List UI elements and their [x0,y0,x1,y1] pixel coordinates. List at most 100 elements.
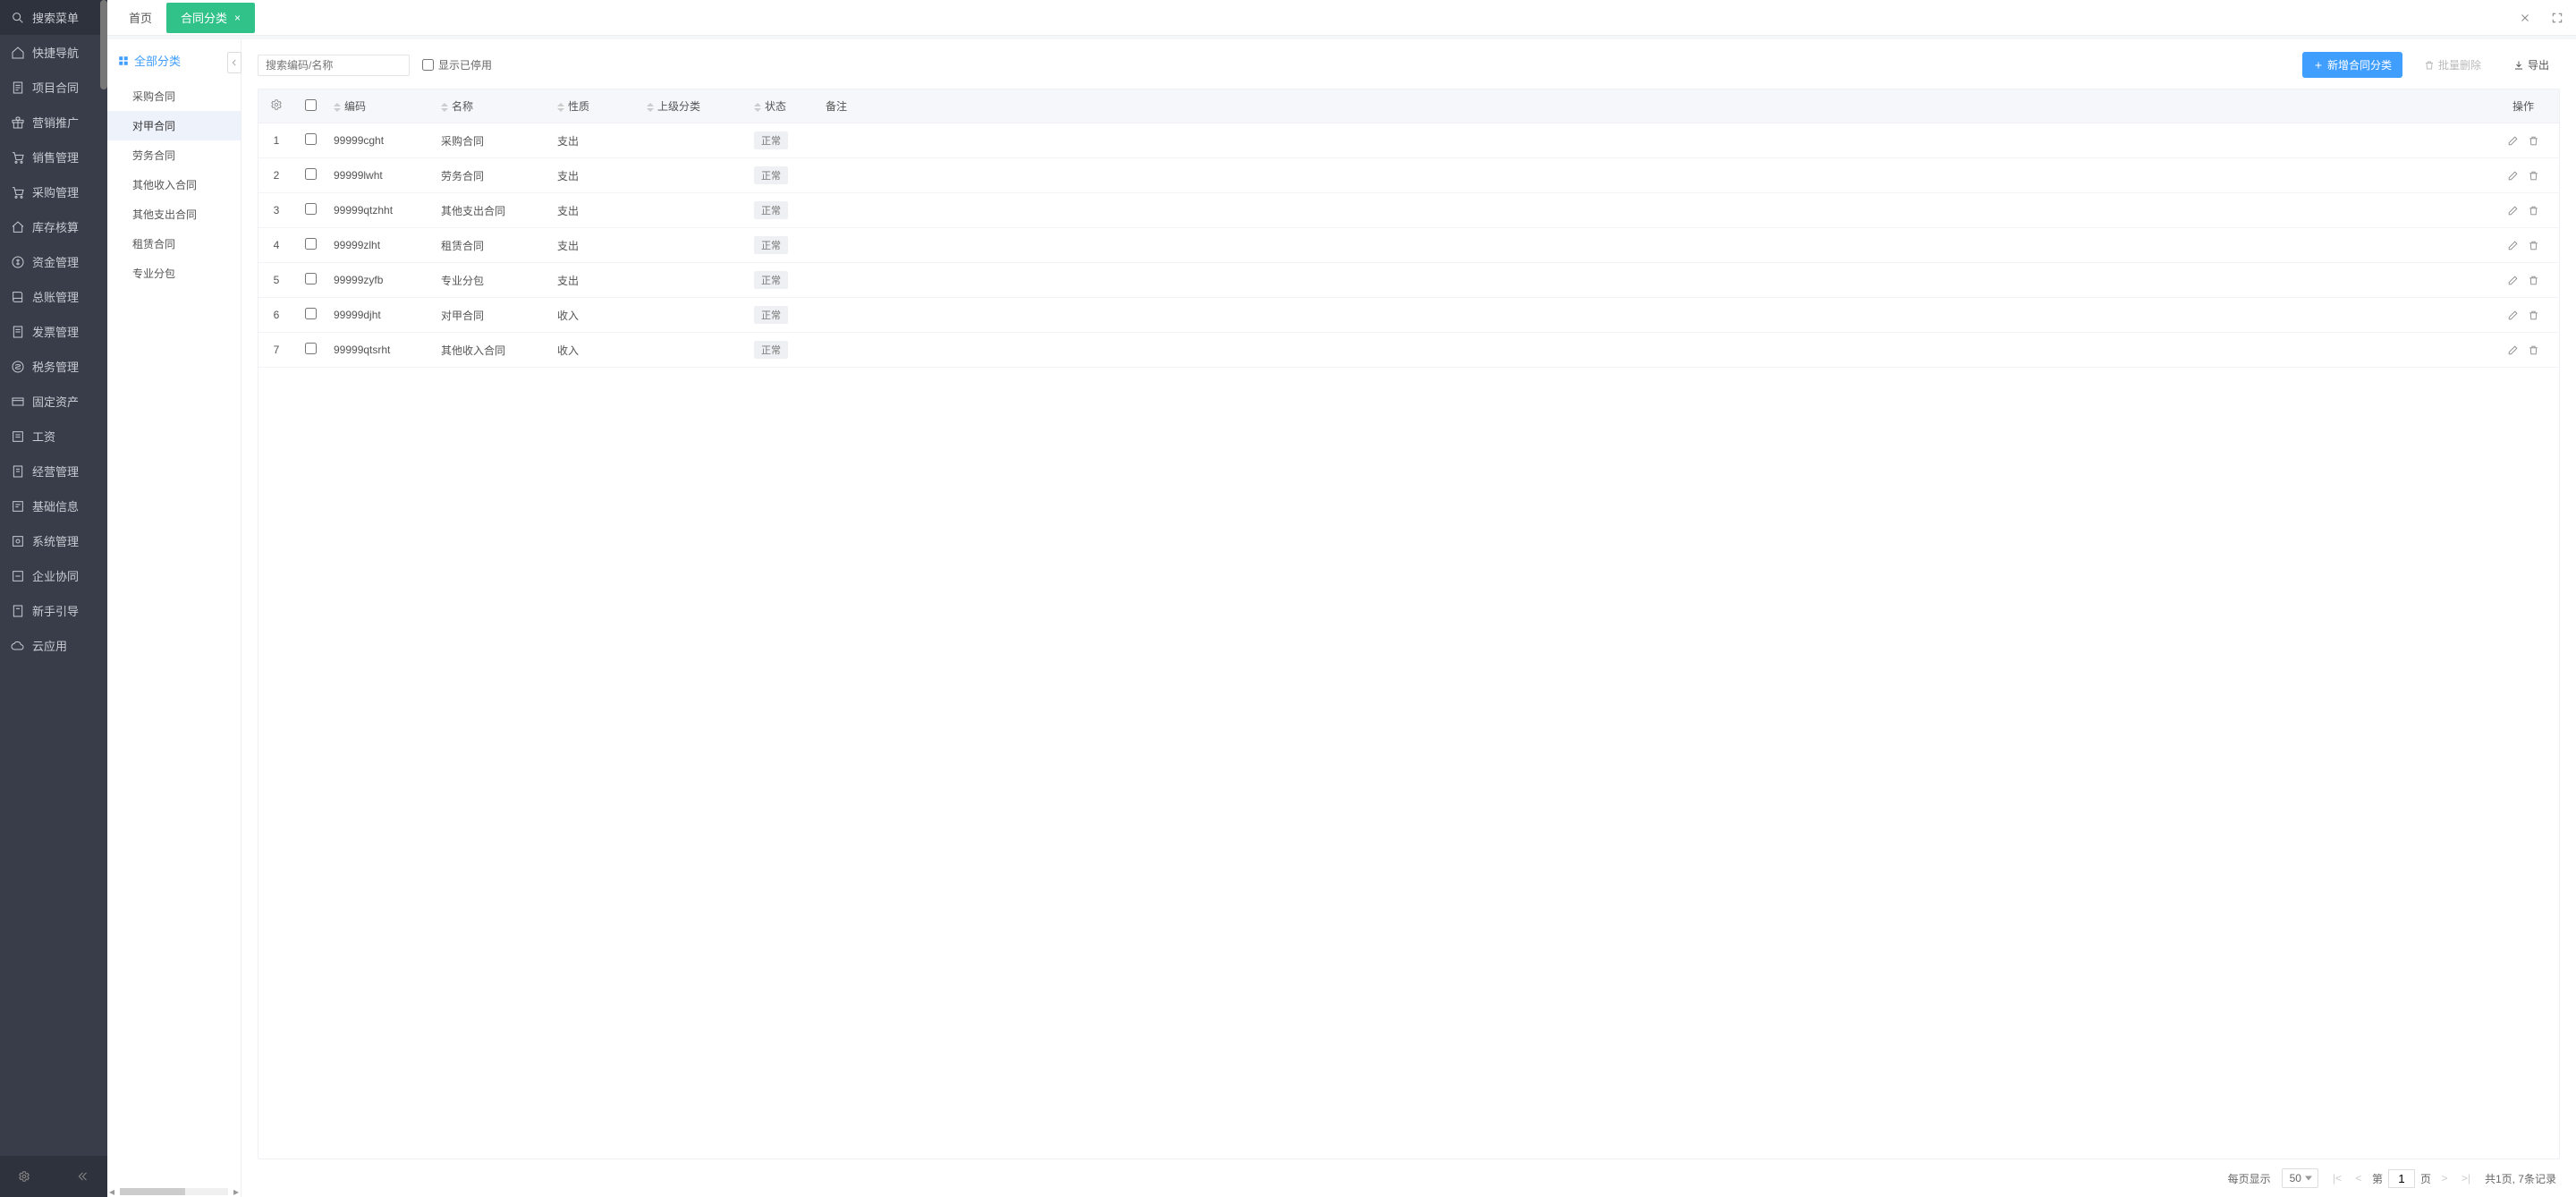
sidebar-item-16[interactable]: 企业协同 [0,558,107,593]
sidebar-item-4[interactable]: 销售管理 [0,140,107,174]
delete-icon[interactable] [2528,205,2539,216]
cell-code: 99999djht [326,298,434,333]
sort-icon[interactable] [647,103,654,112]
batch-delete-label: 批量删除 [2438,57,2481,72]
tree-item-6[interactable]: 专业分包 [107,259,241,288]
edit-icon[interactable] [2507,240,2519,251]
tree-item-3[interactable]: 其他收入合同 [107,170,241,200]
sort-icon[interactable] [334,103,341,112]
cell-status: 正常 [747,298,818,333]
delete-icon[interactable] [2528,135,2539,147]
sidebar-item-15[interactable]: 系统管理 [0,523,107,558]
sidebar-item-3[interactable]: 营销推广 [0,105,107,140]
sidebar-item-5[interactable]: 采购管理 [0,174,107,209]
sort-icon[interactable] [754,103,761,112]
scroll-left-arrow[interactable]: ◂ [107,1185,116,1197]
sidebar-item-11[interactable]: 固定资产 [0,384,107,419]
delete-icon[interactable] [2528,170,2539,182]
tab-0[interactable]: 首页 [114,3,166,33]
col-code[interactable]: 编码 [326,89,434,123]
delete-icon[interactable] [2528,240,2539,251]
sidebar-item-9[interactable]: 发票管理 [0,314,107,349]
tree-item-2[interactable]: 劳务合同 [107,140,241,170]
tree-collapse-toggle[interactable] [227,52,242,73]
prev-page-button[interactable]: < [2351,1172,2367,1184]
edit-icon[interactable] [2507,275,2519,286]
tab-1[interactable]: 合同分类× [166,3,255,33]
page-input[interactable] [2388,1169,2415,1188]
row-checkbox[interactable] [294,158,326,193]
delete-icon[interactable] [2528,275,2539,286]
sort-icon[interactable] [441,103,448,112]
tree-head-all[interactable]: 全部分类 [107,39,241,81]
row-index: 3 [258,193,294,228]
export-label: 导出 [2528,57,2549,72]
sidebar-item-label: 总账管理 [32,288,79,305]
tree-item-1[interactable]: 对甲合同 [107,111,241,140]
cell-status: 正常 [747,123,818,158]
sidebar-item-7[interactable]: 资金管理 [0,244,107,279]
search-input[interactable] [266,59,404,72]
sidebar-item-0[interactable]: 搜索菜单 [0,0,107,35]
sidebar-item-18[interactable]: 云应用 [0,628,107,663]
row-checkbox[interactable] [294,228,326,263]
col-op: 操作 [2487,89,2559,123]
show-disabled-checkbox[interactable]: 显示已停用 [422,57,492,72]
col-parent[interactable]: 上级分类 [640,89,747,123]
add-category-button[interactable]: 新增合同分类 [2302,52,2402,78]
sidebar-item-12[interactable]: 工资 [0,419,107,454]
search-input-wrap[interactable] [258,55,410,76]
sidebar-item-10[interactable]: 税务管理 [0,349,107,384]
row-checkbox[interactable] [294,263,326,298]
scroll-right-arrow[interactable]: ▸ [232,1185,241,1197]
status-badge: 正常 [754,166,788,184]
cell-remark [818,158,2487,193]
row-checkbox[interactable] [294,123,326,158]
column-settings[interactable] [258,89,294,123]
sidebar-item-label: 企业协同 [32,567,79,584]
sidebar-item-8[interactable]: 总账管理 [0,279,107,314]
sidebar-item-14[interactable]: 基础信息 [0,488,107,523]
tab-close-icon[interactable]: × [234,12,241,24]
tree-item-5[interactable]: 租赁合同 [107,229,241,259]
delete-icon[interactable] [2528,310,2539,321]
export-button[interactable]: 导出 [2503,52,2560,78]
sidebar-item-2[interactable]: 项目合同 [0,70,107,105]
sidebar-item-17[interactable]: 新手引导 [0,593,107,628]
per-page-select[interactable]: 50 [2282,1168,2318,1188]
edit-icon[interactable] [2507,205,2519,216]
select-all-checkbox[interactable] [294,89,326,123]
sidebar-item-6[interactable]: 库存核算 [0,209,107,244]
sidebar-scrollbar[interactable] [100,0,107,89]
edit-icon[interactable] [2507,135,2519,147]
next-page-button[interactable]: > [2436,1172,2453,1184]
col-nature[interactable]: 性质 [550,89,640,123]
batch-delete-button[interactable]: 批量删除 [2413,52,2492,78]
delete-icon[interactable] [2528,344,2539,356]
settings-icon[interactable] [13,1165,36,1188]
sidebar-item-1[interactable]: 快捷导航 [0,35,107,70]
table-row: 799999qtsrht其他收入合同收入正常 [258,333,2559,368]
edit-icon[interactable] [2507,310,2519,321]
row-checkbox[interactable] [294,193,326,228]
tree-horizontal-scrollbar[interactable]: ◂ ▸ [107,1186,241,1197]
tree-item-4[interactable]: 其他支出合同 [107,200,241,229]
collapse-sidebar-icon[interactable] [72,1165,95,1188]
edit-icon[interactable] [2507,170,2519,182]
tree-item-0[interactable]: 采购合同 [107,81,241,111]
row-index: 5 [258,263,294,298]
last-page-button[interactable]: >| [2458,1172,2474,1184]
col-name[interactable]: 名称 [434,89,550,123]
fullscreen-icon[interactable] [2546,6,2569,30]
close-tab-icon[interactable] [2513,6,2537,30]
show-disabled-input[interactable] [422,59,434,71]
tree-head-label: 全部分类 [134,52,181,69]
edit-icon[interactable] [2507,344,2519,356]
first-page-button[interactable]: |< [2329,1172,2345,1184]
sidebar-item-label: 库存核算 [32,218,79,235]
row-checkbox[interactable] [294,333,326,368]
sidebar-item-13[interactable]: 经营管理 [0,454,107,488]
col-status[interactable]: 状态 [747,89,818,123]
sort-icon[interactable] [557,103,564,112]
row-checkbox[interactable] [294,298,326,333]
